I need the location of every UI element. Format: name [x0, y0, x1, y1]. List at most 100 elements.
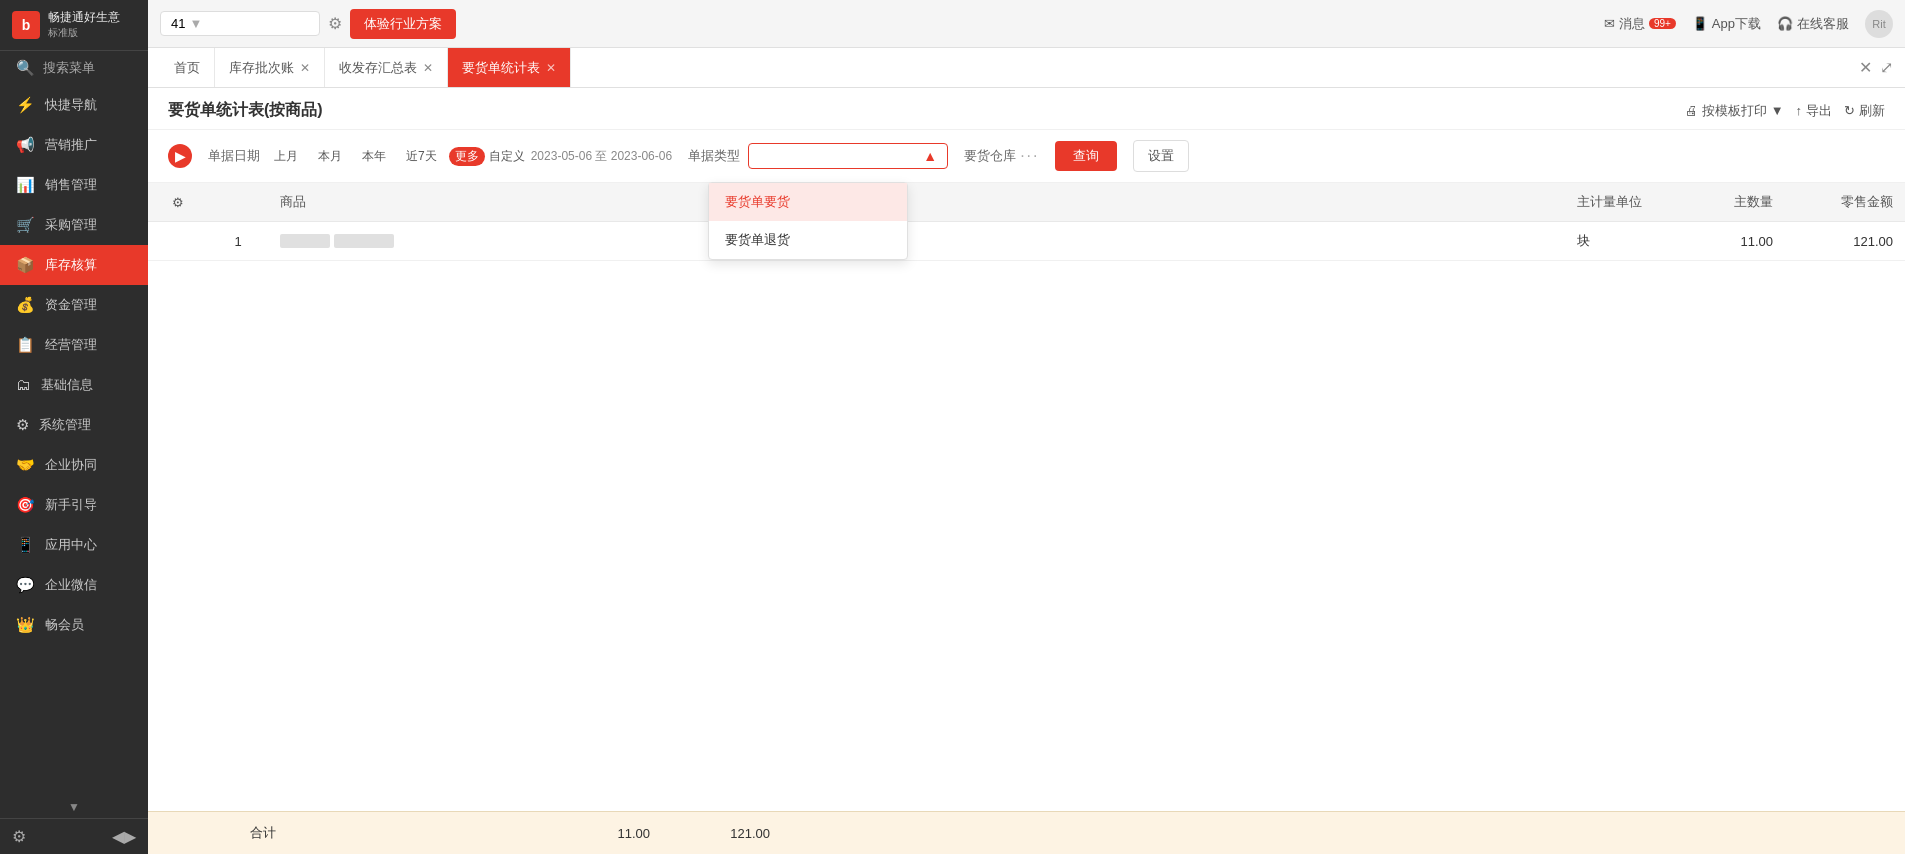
trial-button[interactable]: 体验行业方案: [350, 9, 456, 39]
warehouse-filter-label: 要货仓库: [964, 147, 1016, 165]
sidebar-item-sales[interactable]: 📊 销售管理: [0, 165, 148, 205]
maximize-icon[interactable]: ⤢: [1880, 58, 1893, 77]
th-amount: 零售金额: [1785, 183, 1905, 222]
main-area: 41 ▼ ⚙ 体验行业方案 ✉ 消息 99+ 📱 App下载 🎧 在线客服 Ri…: [148, 0, 1905, 854]
basics-icon: 🗂: [16, 376, 31, 393]
message-icon: ✉: [1604, 16, 1615, 31]
sidebar-item-label: 基础信息: [41, 376, 93, 394]
phone-icon: 📱: [1692, 16, 1708, 31]
system-icon: ⚙: [16, 416, 29, 434]
print-icon: 🖨: [1685, 103, 1698, 118]
sidebar-item-search[interactable]: 🔍 搜索菜单: [0, 51, 148, 85]
date-more-badge[interactable]: 更多: [449, 147, 485, 166]
tab-order-summary[interactable]: 要货单统计表 ✕: [448, 48, 571, 87]
chevron-down-icon: ▼: [189, 16, 202, 31]
sidebar-item-label: 搜索菜单: [43, 59, 95, 77]
sidebar-item-label: 应用中心: [45, 536, 97, 554]
header-bar: 41 ▼ ⚙ 体验行业方案 ✉ 消息 99+ 📱 App下载 🎧 在线客服 Ri…: [148, 0, 1905, 48]
page-title: 要货单统计表(按商品): [168, 100, 323, 121]
column-settings-icon[interactable]: ⚙: [172, 195, 184, 210]
operations-icon: 📋: [16, 336, 35, 354]
query-button[interactable]: 查询: [1055, 141, 1117, 171]
sidebar-item-vip[interactable]: 👑 畅会员: [0, 605, 148, 645]
tab-close-icon[interactable]: ✕: [423, 61, 433, 75]
sidebar-item-label: 库存核算: [45, 256, 97, 274]
dropdown-option-return[interactable]: 要货单退货: [709, 221, 907, 259]
th-number: [208, 183, 268, 222]
sidebar-logo: b 畅捷通好生意 标准版: [0, 0, 148, 51]
sidebar-item-basics[interactable]: 🗂 基础信息: [0, 365, 148, 405]
tab-close-icon[interactable]: ✕: [300, 61, 310, 75]
filter-bar: ▶ 单据日期 上月 本月 本年 近7天 更多 自定义 2023-05-06 至 …: [148, 130, 1905, 183]
sidebar-item-appcenter[interactable]: 📱 应用中心: [0, 525, 148, 565]
user-avatar[interactable]: Rit: [1865, 10, 1893, 38]
online-service-button[interactable]: 🎧 在线客服: [1777, 15, 1849, 33]
sidebar-item-inventory[interactable]: 📦 库存核算: [0, 245, 148, 285]
tabs-bar: 首页 库存批次账 ✕ 收发存汇总表 ✕ 要货单统计表 ✕ ✕ ⤢: [148, 48, 1905, 88]
product-placeholder: [280, 234, 330, 248]
dropdown-option-order[interactable]: 要货单要货: [709, 183, 907, 221]
settings-icon[interactable]: ⚙: [12, 827, 26, 846]
th-product: 商品: [268, 183, 1565, 222]
tab-home[interactable]: 首页: [160, 48, 215, 87]
product-placeholder2: [334, 234, 394, 248]
export-action[interactable]: ↑ 导出: [1796, 102, 1833, 120]
sidebar-item-guide[interactable]: 🎯 新手引导: [0, 485, 148, 525]
app-download-label: App下载: [1712, 15, 1761, 33]
guide-icon: 🎯: [16, 496, 35, 514]
date-shortcut-thismonth[interactable]: 本月: [310, 146, 350, 167]
date-custom-button[interactable]: 自定义: [489, 148, 525, 165]
store-selector[interactable]: 41 ▼: [160, 11, 320, 36]
page-header: 要货单统计表(按商品) 🖨 按模板打印 ▼ ↑ 导出 ↻ 刷新: [148, 88, 1905, 130]
sidebar-item-enterprise[interactable]: 🤝 企业协同: [0, 445, 148, 485]
online-service-label: 在线客服: [1797, 15, 1849, 33]
sidebar-item-label: 采购管理: [45, 216, 97, 234]
sidebar-item-quicknav[interactable]: ⚡ 快捷导航: [0, 85, 148, 125]
tab-close-icon[interactable]: ✕: [546, 61, 556, 75]
sidebar-item-finance[interactable]: 💰 资金管理: [0, 285, 148, 325]
th-settings: ⚙: [148, 183, 208, 222]
date-shortcut-7days[interactable]: 近7天: [398, 146, 445, 167]
export-label: 导出: [1806, 102, 1832, 120]
th-unit: 主计量单位: [1565, 183, 1665, 222]
table-container: ⚙ 商品 主计量单位 主数量 零售金额 1: [148, 183, 1905, 811]
sales-icon: 📊: [16, 176, 35, 194]
print-label: 按模板打印: [1702, 102, 1767, 120]
weixin-icon: 💬: [16, 576, 35, 594]
footer-qty: 11.00: [530, 826, 650, 841]
header-settings-icon[interactable]: ⚙: [328, 14, 342, 33]
sidebar-item-system[interactable]: ⚙ 系统管理: [0, 405, 148, 445]
tab-receive-summary[interactable]: 收发存汇总表 ✕: [325, 48, 448, 87]
tab-inventory-batch[interactable]: 库存批次账 ✕: [215, 48, 325, 87]
close-all-tabs-icon[interactable]: ✕: [1859, 58, 1872, 77]
footer-label: 合计: [250, 824, 430, 842]
quicknav-icon: ⚡: [16, 96, 35, 114]
filter-expand-button[interactable]: ▶: [168, 144, 192, 168]
cell-unit: 块: [1565, 222, 1665, 261]
app-download-button[interactable]: 📱 App下载: [1692, 15, 1761, 33]
print-action[interactable]: 🖨 按模板打印 ▼: [1685, 102, 1784, 120]
sidebar-item-weixin[interactable]: 💬 企业微信: [0, 565, 148, 605]
collapse-icon[interactable]: ◀▶: [112, 827, 136, 846]
avatar-text: Rit: [1872, 18, 1885, 30]
warehouse-filter-group: 要货仓库 ···: [964, 147, 1039, 165]
sidebar-navigation: 🔍 搜索菜单 ⚡ 快捷导航 📢 营销推广 📊 销售管理 🛒 采购管理 📦 库存核…: [0, 51, 148, 796]
refresh-action[interactable]: ↻ 刷新: [1844, 102, 1885, 120]
date-shortcut-lastmonth[interactable]: 上月: [266, 146, 306, 167]
sidebar-item-label: 快捷导航: [45, 96, 97, 114]
sidebar-scroll-down[interactable]: ▼: [0, 796, 148, 818]
marketing-icon: 📢: [16, 136, 35, 154]
sidebar-item-operations[interactable]: 📋 经营管理: [0, 325, 148, 365]
appcenter-icon: 📱: [16, 536, 35, 554]
date-filter-group: 单据日期 上月 本月 本年 近7天 更多 自定义 2023-05-06 至 20…: [208, 146, 672, 167]
sidebar-item-marketing[interactable]: 📢 营销推广: [0, 125, 148, 165]
settings-button[interactable]: 设置: [1133, 140, 1189, 172]
sidebar-item-label: 畅会员: [45, 616, 84, 634]
sidebar-item-purchase[interactable]: 🛒 采购管理: [0, 205, 148, 245]
filter-more-icon[interactable]: ···: [1020, 147, 1039, 165]
type-select[interactable]: ▲: [748, 143, 948, 169]
sidebar-item-label: 销售管理: [45, 176, 97, 194]
date-shortcut-thisyear[interactable]: 本年: [354, 146, 394, 167]
messages-button[interactable]: ✉ 消息 99+: [1604, 15, 1676, 33]
tab-label: 收发存汇总表: [339, 59, 417, 77]
